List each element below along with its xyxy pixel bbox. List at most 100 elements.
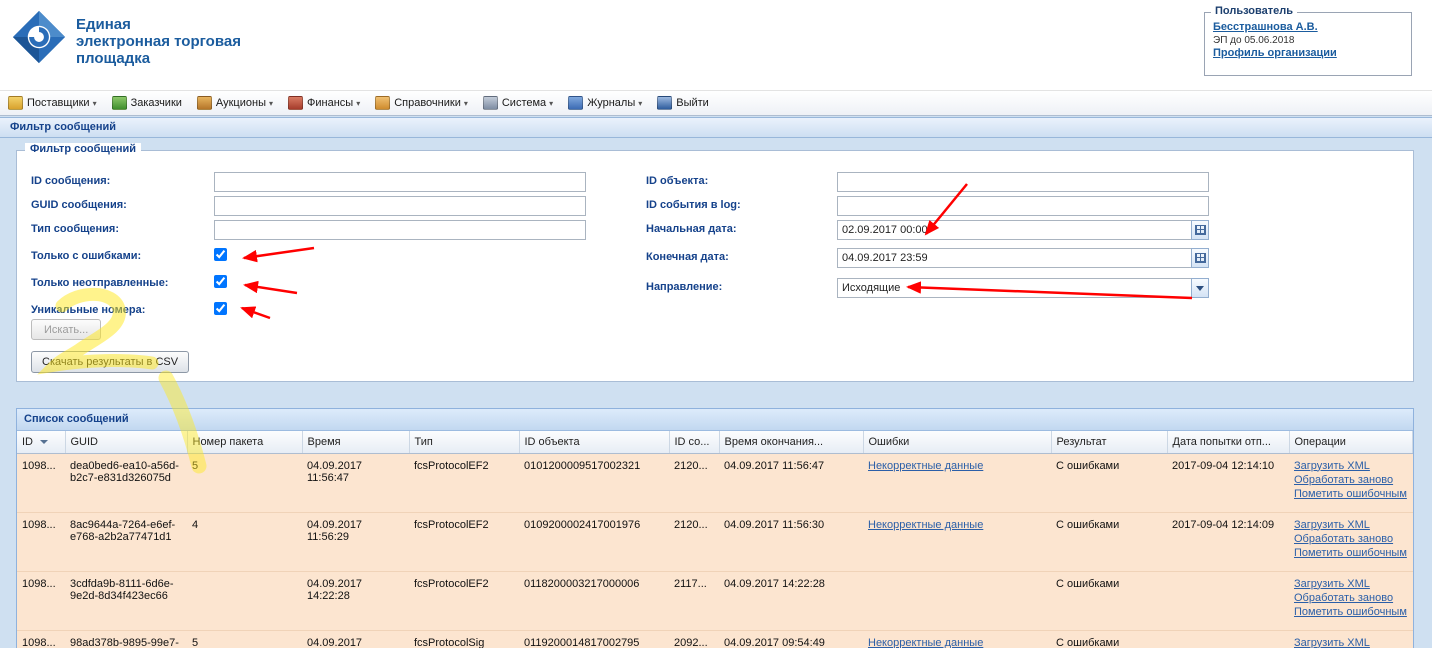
only-unsent-checkbox[interactable] bbox=[214, 275, 227, 288]
table-row[interactable]: 1098... 8ac9644a-7264-e6ef-e768-a2b2a774… bbox=[17, 512, 1413, 572]
msg-guid-input[interactable] bbox=[214, 196, 586, 216]
references-icon bbox=[375, 96, 391, 110]
op-mark-error-link[interactable]: Пометить ошибочным bbox=[1294, 547, 1408, 560]
cell-guid: 8ac9644a-7264-e6ef-e768-a2b2a77471d1 bbox=[65, 512, 187, 572]
cell-id: 1098... bbox=[17, 571, 65, 631]
col-object-id-header[interactable]: ID объекта bbox=[519, 431, 670, 454]
menu-item-exit[interactable]: Выйти bbox=[657, 96, 709, 110]
menu-item-journals[interactable]: Журналы bbox=[568, 96, 642, 110]
object-id-input[interactable] bbox=[837, 172, 1209, 192]
col-type-header[interactable]: Тип bbox=[409, 431, 520, 454]
menu-item-customers[interactable]: Заказчики bbox=[111, 96, 182, 110]
unique-numbers-checkbox[interactable] bbox=[214, 302, 227, 315]
msg-id-input[interactable] bbox=[214, 172, 586, 192]
date-from-field bbox=[837, 220, 1209, 240]
menu-item-finance[interactable]: Финансы bbox=[288, 96, 360, 110]
user-panel-legend: Пользователь bbox=[1211, 5, 1298, 17]
system-icon bbox=[482, 96, 498, 110]
error-details-link[interactable]: Некорректные данные bbox=[868, 519, 983, 531]
msg-type-input[interactable] bbox=[214, 220, 586, 240]
cell-guid: 3cdfda9b-8111-6d6e-9e2d-8d34f423ec66 bbox=[65, 571, 187, 631]
table-row[interactable]: 1098... dea0bed6-ea10-a56d-b2c7-e831d326… bbox=[17, 453, 1413, 513]
cell-attempt: 2017-09-04 12:14:10 bbox=[1167, 453, 1289, 513]
eetp-logo bbox=[12, 10, 66, 64]
op-reprocess-link[interactable]: Обработать заново bbox=[1294, 474, 1408, 487]
cell-object-id: 0118200003217000006 bbox=[519, 571, 669, 631]
cell-packet bbox=[187, 571, 302, 631]
user-name-link[interactable]: Бесстрашнова А.В. bbox=[1213, 21, 1403, 34]
op-load-xml-link[interactable]: Загрузить XML bbox=[1294, 519, 1408, 532]
date-from-calendar-button[interactable] bbox=[1191, 220, 1209, 240]
menu-item-system[interactable]: Система bbox=[482, 96, 553, 110]
op-load-xml-link[interactable]: Загрузить XML bbox=[1294, 637, 1408, 648]
op-load-xml-link[interactable]: Загрузить XML bbox=[1294, 460, 1408, 473]
date-to-input[interactable] bbox=[837, 248, 1191, 268]
op-reprocess-link[interactable]: Обработать заново bbox=[1294, 592, 1408, 605]
col-id-header[interactable]: ID bbox=[17, 431, 66, 454]
cell-type: fcsProtocolEF2 bbox=[409, 571, 519, 631]
error-details-link[interactable]: Некорректные данные bbox=[868, 460, 983, 472]
menu-label: Журналы bbox=[587, 97, 636, 109]
cell-id-so: 2120... bbox=[669, 453, 719, 513]
cell-result: С ошибками bbox=[1051, 512, 1167, 572]
calendar-icon bbox=[1194, 225, 1206, 235]
op-load-xml-link[interactable]: Загрузить XML bbox=[1294, 578, 1408, 591]
cell-end-time: 04.09.2017 09:54:49 bbox=[719, 630, 863, 648]
main-menu: Поставщики Заказчики Аукционы Финансы Сп… bbox=[0, 90, 1432, 116]
direction-label: Направление: bbox=[646, 281, 723, 293]
col-errors-header[interactable]: Ошибки bbox=[863, 431, 1052, 454]
unique-numbers-label: Уникальные номера: bbox=[31, 304, 146, 316]
cell-errors: Некорректные данные bbox=[863, 453, 1051, 513]
op-mark-error-link[interactable]: Пометить ошибочным bbox=[1294, 606, 1408, 619]
cell-errors: Некорректные данные bbox=[863, 512, 1051, 572]
op-mark-error-link[interactable]: Пометить ошибочным bbox=[1294, 488, 1408, 501]
direction-combo[interactable]: Исходящие bbox=[837, 278, 1191, 298]
error-details-link[interactable]: Некорректные данные bbox=[868, 637, 983, 648]
direction-field: Исходящие bbox=[837, 278, 1209, 298]
cell-errors: Некорректные данные bbox=[863, 630, 1051, 648]
table-row[interactable]: 1098... 3cdfda9b-8111-6d6e-9e2d-8d34f423… bbox=[17, 571, 1413, 631]
cell-id: 1098... bbox=[17, 453, 65, 513]
date-from-input[interactable] bbox=[837, 220, 1191, 240]
suppliers-icon bbox=[8, 96, 23, 110]
cell-packet: 5 bbox=[187, 453, 302, 513]
only-errors-checkbox[interactable] bbox=[214, 248, 227, 261]
cell-time: 04.09.2017 11:56:29 bbox=[302, 512, 409, 572]
header-row: ID GUID Номер пакета Время Тип ID объект… bbox=[17, 431, 1413, 454]
search-button[interactable]: Искать... bbox=[31, 319, 102, 340]
calendar-icon bbox=[1194, 253, 1206, 263]
menu-label: Выйти bbox=[676, 97, 709, 109]
col-attempt-header[interactable]: Дата попытки отп... bbox=[1167, 431, 1290, 454]
grid-title: Список сообщений bbox=[17, 409, 1413, 431]
col-end-time-header[interactable]: Время окончания... bbox=[719, 431, 864, 454]
cell-packet: 5 bbox=[187, 630, 302, 648]
col-packet-header[interactable]: Номер пакета bbox=[187, 431, 303, 454]
date-to-label: Конечная дата: bbox=[646, 251, 729, 263]
brand-title-line1: Единая bbox=[76, 16, 131, 33]
menu-item-suppliers[interactable]: Поставщики bbox=[8, 96, 97, 110]
org-profile-link[interactable]: Профиль организации bbox=[1213, 47, 1403, 60]
col-result-header[interactable]: Результат bbox=[1051, 431, 1168, 454]
download-csv-button[interactable]: Скачать результаты в CSV bbox=[31, 351, 190, 373]
cell-end-time: 04.09.2017 11:56:30 bbox=[719, 512, 863, 572]
app-viewport: Единая электронная торговая площадка Пол… bbox=[0, 0, 1432, 648]
filter-panel: Фильтр сообщений ID сообщения: GUID сооб… bbox=[16, 143, 1414, 382]
menu-label: Аукционы bbox=[215, 97, 266, 109]
cell-operations: Загрузить XML Обработать заново Пометить… bbox=[1289, 630, 1413, 648]
col-id-so-header[interactable]: ID со... bbox=[669, 431, 720, 454]
op-reprocess-link[interactable]: Обработать заново bbox=[1294, 533, 1408, 546]
col-guid-header[interactable]: GUID bbox=[65, 431, 188, 454]
table-row[interactable]: 1098... 98ad378b-9895-99e7-b5c6-0d34f423… bbox=[17, 630, 1413, 648]
object-id-label: ID объекта: bbox=[646, 175, 709, 187]
date-to-calendar-button[interactable] bbox=[1191, 248, 1209, 268]
menu-item-references[interactable]: Справочники bbox=[375, 96, 468, 110]
direction-dropdown-button[interactable] bbox=[1191, 278, 1209, 298]
cell-time: 04.09.2017 09:54:48 bbox=[302, 630, 409, 648]
col-time-header[interactable]: Время bbox=[302, 431, 410, 454]
menu-item-auctions[interactable]: Аукционы bbox=[196, 96, 273, 110]
col-ops-header[interactable]: Операции bbox=[1289, 431, 1413, 454]
menu-label: Заказчики bbox=[130, 97, 182, 109]
log-event-id-input[interactable] bbox=[837, 196, 1209, 216]
cell-end-time: 04.09.2017 14:22:28 bbox=[719, 571, 863, 631]
cell-time: 04.09.2017 14:22:28 bbox=[302, 571, 409, 631]
